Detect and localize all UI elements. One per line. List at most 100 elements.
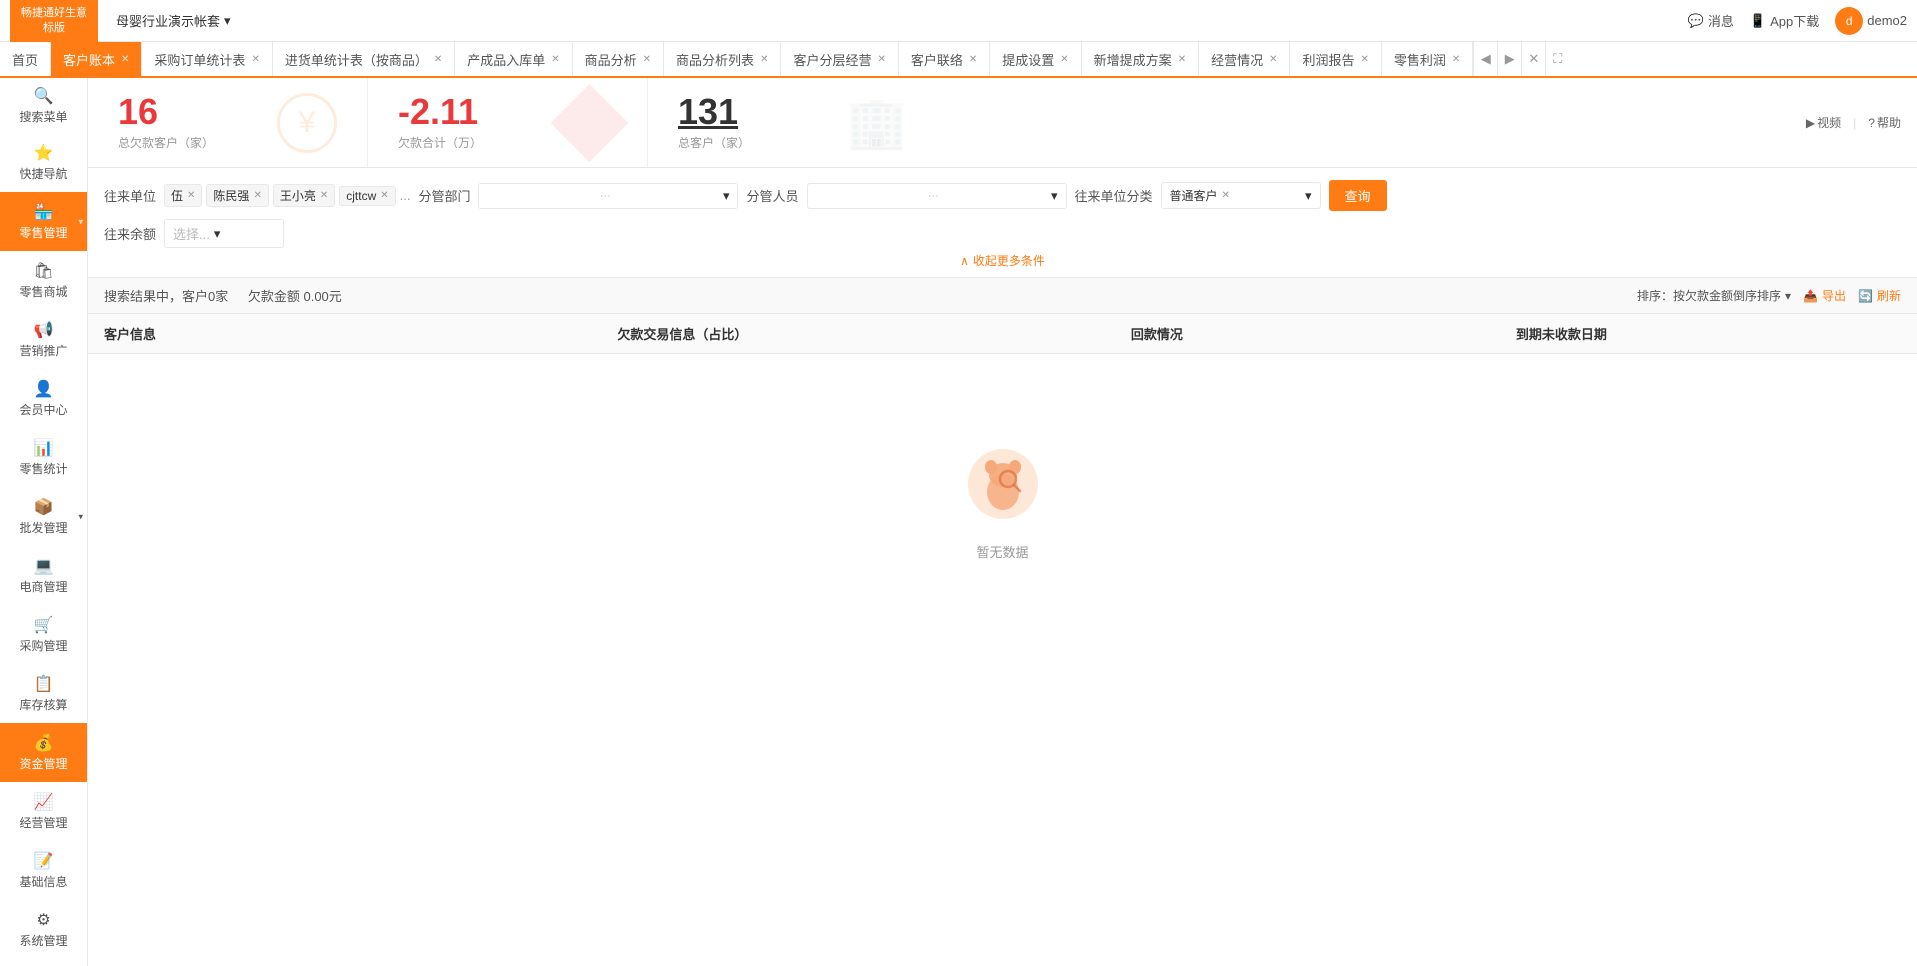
tab-customer-contact[interactable]: 客户联络 ✕ bbox=[899, 42, 990, 77]
tab-new-promotion[interactable]: 新增提成方案 ✕ bbox=[1082, 42, 1199, 77]
message-btn[interactable]: 💬 消息 bbox=[1688, 11, 1734, 30]
empty-state: 暂无数据 bbox=[88, 354, 1917, 641]
col-debt-info: 欠款交易信息（占比） bbox=[617, 324, 1130, 343]
tab-retail-profit-close[interactable]: ✕ bbox=[1452, 54, 1460, 65]
filter-tag-unit-3[interactable]: 王小亮 ✕ bbox=[273, 184, 335, 207]
sidebar-finance-label: 资金管理 bbox=[19, 755, 67, 772]
tab-nav-right[interactable]: ▶ bbox=[1497, 42, 1521, 77]
tab-product-analysis[interactable]: 商品分析 ✕ bbox=[573, 42, 664, 77]
person-chevron-icon: ▾ bbox=[1051, 188, 1058, 204]
sidebar-item-member[interactable]: 👤 会员中心 bbox=[0, 369, 87, 428]
debt-amount-label: 欠款合计（万） bbox=[398, 134, 482, 151]
filter-tag-unit-2-close[interactable]: ✕ bbox=[253, 190, 261, 201]
tab-purchase-order-label: 采购订单统计表 bbox=[154, 50, 245, 69]
sidebar-item-system[interactable]: ⚙ 系统管理 bbox=[0, 900, 87, 959]
collapse-btn[interactable]: ∧ 收起更多条件 bbox=[952, 252, 1053, 269]
help-btn[interactable]: ? 帮助 bbox=[1868, 114, 1901, 131]
sidebar-item-retail-mall[interactable]: 🛍 零售商城 bbox=[0, 251, 87, 310]
tab-stock-stat-close[interactable]: ✕ bbox=[434, 54, 442, 65]
tab-promotion-settings-label: 提成设置 bbox=[1002, 50, 1054, 69]
tab-production-in-close[interactable]: ✕ bbox=[551, 54, 559, 65]
tab-close-all[interactable]: ✕ bbox=[1521, 42, 1545, 77]
user-avatar-btn[interactable]: d demo2 bbox=[1835, 7, 1907, 35]
sort-label: 排序：按欠款金额倒序排序 bbox=[1637, 287, 1781, 304]
filter-tag-unit-4[interactable]: cjttcw ✕ bbox=[339, 186, 395, 206]
tab-profit-report-label: 利润报告 bbox=[1302, 50, 1354, 69]
sidebar-purchase-label: 采购管理 bbox=[19, 637, 67, 654]
filter-tag-more[interactable]: ... bbox=[400, 188, 411, 203]
tab-home[interactable]: 首页 bbox=[0, 42, 51, 77]
balance-chevron-icon: ▾ bbox=[214, 226, 221, 242]
sidebar-item-retail-stats[interactable]: 📊 零售统计 bbox=[0, 428, 87, 487]
sidebar-item-quick-nav[interactable]: ⭐ 快捷导航 bbox=[0, 133, 87, 192]
sidebar-retail-stats-label: 零售统计 bbox=[19, 460, 67, 477]
sidebar-item-finance[interactable]: 💰 资金管理 bbox=[0, 723, 87, 782]
tab-accounts[interactable]: 客户账本 ✕ bbox=[51, 42, 142, 77]
tab-customer-segment[interactable]: 客户分层经营 ✕ bbox=[781, 42, 898, 77]
refresh-btn[interactable]: 🔄 刷新 bbox=[1858, 287, 1901, 304]
tab-business-situation[interactable]: 经营情况 ✕ bbox=[1199, 42, 1290, 77]
collapse-chevron-icon: ∧ bbox=[960, 254, 969, 268]
person-select[interactable]: ··· ▾ bbox=[807, 183, 1067, 209]
tab-customer-segment-close[interactable]: ✕ bbox=[877, 54, 885, 65]
tab-customer-contact-close[interactable]: ✕ bbox=[969, 54, 977, 65]
unit-category-select[interactable]: 普通客户 ✕ ▾ bbox=[1161, 182, 1321, 209]
tab-production-in[interactable]: 产成品入库单 ✕ bbox=[455, 42, 572, 77]
sidebar-item-operations[interactable]: 📈 经营管理 bbox=[0, 782, 87, 841]
sidebar-marketing-label: 营销推广 bbox=[19, 342, 67, 359]
basic-info-icon: 📝 bbox=[34, 851, 54, 871]
results-summary: 搜索结果中，客户0家 欠款金额 0.00元 bbox=[104, 286, 342, 305]
tab-promotion-settings[interactable]: 提成设置 ✕ bbox=[990, 42, 1081, 77]
sidebar-item-enterprise-coop[interactable]: 🤝 企业协同 bbox=[0, 959, 87, 966]
sidebar-ecommerce-label: 电商管理 bbox=[19, 578, 67, 595]
sidebar-item-basic-info[interactable]: 📝 基础信息 bbox=[0, 841, 87, 900]
sidebar-item-inventory[interactable]: 📋 库存核算 bbox=[0, 664, 87, 723]
app-download-btn[interactable]: 📱 App下载 bbox=[1750, 11, 1819, 30]
filter-tag-category-1-close[interactable]: ✕ bbox=[1222, 190, 1230, 201]
sort-select[interactable]: 排序：按欠款金额倒序排序 ▾ bbox=[1637, 287, 1791, 304]
tab-accounts-close[interactable]: ✕ bbox=[121, 54, 129, 65]
balance-select[interactable]: 选择... ▾ bbox=[164, 219, 284, 248]
filter-tag-category-1[interactable]: 普通客户 ✕ bbox=[1170, 187, 1230, 204]
sidebar-retail-mall-label: 零售商城 bbox=[19, 283, 67, 300]
tab-retail-profit[interactable]: 零售利润 ✕ bbox=[1382, 42, 1473, 77]
sidebar-item-retail-mgmt[interactable]: 🏪 零售管理 ▾ bbox=[0, 192, 87, 251]
tab-promotion-settings-close[interactable]: ✕ bbox=[1060, 54, 1068, 65]
tab-purchase-order[interactable]: 采购订单统计表 ✕ bbox=[142, 42, 272, 77]
query-button[interactable]: 查询 bbox=[1329, 180, 1387, 211]
wholesale-arrow-icon: ▾ bbox=[78, 511, 83, 522]
tab-fullscreen[interactable]: ⛶ bbox=[1545, 42, 1569, 77]
system-icon: ⚙ bbox=[36, 910, 50, 930]
filter-tag-unit-1[interactable]: 伍 ✕ bbox=[164, 184, 202, 207]
dept-select[interactable]: ··· ▾ bbox=[478, 183, 738, 209]
dept-chevron-icon: ▾ bbox=[723, 188, 730, 204]
tab-product-analysis-close[interactable]: ✕ bbox=[643, 54, 651, 65]
unit-category-label: 往来单位分类 bbox=[1075, 186, 1153, 205]
filter-tag-unit-1-close[interactable]: ✕ bbox=[187, 190, 195, 201]
sidebar-item-marketing[interactable]: 📢 营销推广 bbox=[0, 310, 87, 369]
tab-new-promotion-close[interactable]: ✕ bbox=[1178, 54, 1186, 65]
table-body: 暂无数据 bbox=[88, 354, 1917, 654]
org-selector[interactable]: 母婴行业演示帐套 ▾ bbox=[108, 7, 239, 34]
tab-stock-stat[interactable]: 进货单统计表（按商品） ✕ bbox=[273, 42, 455, 77]
tab-profit-report[interactable]: 利润报告 ✕ bbox=[1290, 42, 1381, 77]
sidebar-item-search[interactable]: 🔍 搜索菜单 bbox=[0, 78, 87, 133]
filter-tag-unit-3-close[interactable]: ✕ bbox=[320, 190, 328, 201]
tab-product-analysis-list[interactable]: 商品分析列表 ✕ bbox=[664, 42, 781, 77]
tab-nav-left[interactable]: ◀ bbox=[1473, 42, 1497, 77]
tab-profit-report-close[interactable]: ✕ bbox=[1361, 54, 1369, 65]
video-btn[interactable]: ▶ 视频 bbox=[1806, 114, 1841, 131]
tab-purchase-order-close[interactable]: ✕ bbox=[251, 54, 259, 65]
sidebar-item-ecommerce[interactable]: 💻 电商管理 bbox=[0, 546, 87, 605]
tab-product-analysis-list-close[interactable]: ✕ bbox=[760, 54, 768, 65]
member-icon: 👤 bbox=[34, 379, 54, 399]
export-btn[interactable]: 📤 导出 bbox=[1803, 287, 1846, 304]
tab-business-situation-close[interactable]: ✕ bbox=[1269, 54, 1277, 65]
finance-icon: 💰 bbox=[34, 733, 54, 753]
stats-bar: ¥ 16 总欠款客户（家） -2.11 欠款合计（万） 🏢 131 总客户（家） bbox=[88, 78, 1917, 168]
filter-tag-unit-2[interactable]: 陈民强 ✕ bbox=[206, 184, 268, 207]
filter-tag-unit-4-close[interactable]: ✕ bbox=[380, 190, 388, 201]
sidebar-item-purchase[interactable]: 🛒 采购管理 bbox=[0, 605, 87, 664]
retail-mgmt-icon: 🏪 bbox=[34, 202, 54, 222]
sidebar-item-wholesale[interactable]: 📦 批发管理 ▾ bbox=[0, 487, 87, 546]
